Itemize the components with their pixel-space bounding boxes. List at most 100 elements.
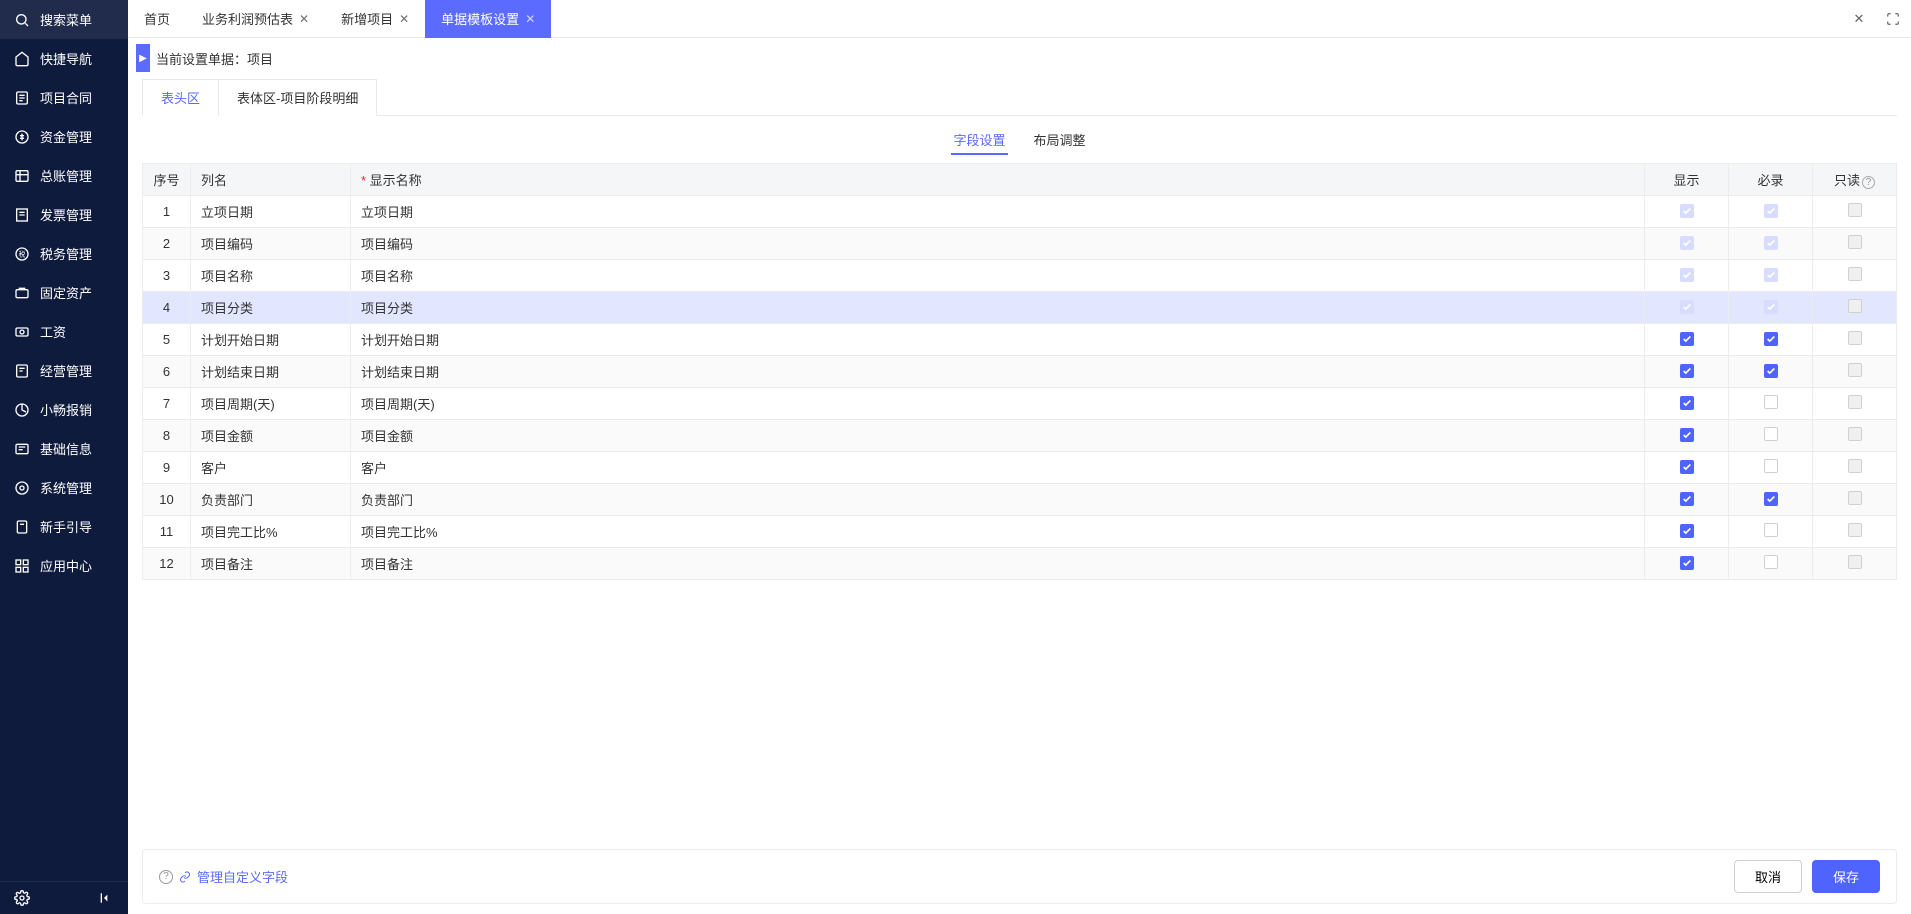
- sidebar-item-label: 总账管理: [40, 166, 92, 185]
- section-tab[interactable]: 表体区-项目阶段明细: [218, 79, 377, 116]
- checkbox[interactable]: [1680, 524, 1694, 538]
- gear-icon[interactable]: [14, 890, 30, 906]
- tab-单据模板设置[interactable]: 单据模板设置✕: [425, 0, 551, 38]
- checkbox[interactable]: [1764, 427, 1778, 441]
- close-icon[interactable]: ✕: [399, 12, 409, 26]
- checkbox: [1848, 331, 1862, 345]
- cell-disp[interactable]: 项目编码: [351, 228, 1645, 260]
- checkbox[interactable]: [1680, 428, 1694, 442]
- checkbox[interactable]: [1680, 460, 1694, 474]
- sidebar-item-search[interactable]: 搜索菜单: [0, 0, 128, 39]
- cell-col: 计划开始日期: [191, 324, 351, 356]
- sidebar-item-label: 工资: [40, 322, 66, 341]
- close-icon[interactable]: ✕: [299, 12, 309, 26]
- cell-disp[interactable]: 项目备注: [351, 548, 1645, 580]
- checkbox[interactable]: [1764, 523, 1778, 537]
- table-row[interactable]: 12项目备注项目备注: [143, 548, 1897, 580]
- sidebar-item-fund[interactable]: 资金管理: [0, 117, 128, 156]
- table-row[interactable]: 8项目金额项目金额: [143, 420, 1897, 452]
- sidebar-item-label: 资金管理: [40, 127, 92, 146]
- checkbox[interactable]: [1680, 556, 1694, 570]
- table-row[interactable]: 7项目周期(天)项目周期(天): [143, 388, 1897, 420]
- breadcrumb: ▶ 当前设置单据：项目: [128, 38, 1911, 78]
- cell-disp[interactable]: 立项日期: [351, 196, 1645, 228]
- cell-disp[interactable]: 负责部门: [351, 484, 1645, 516]
- table-row[interactable]: 3项目名称项目名称: [143, 260, 1897, 292]
- checkbox: [1848, 523, 1862, 537]
- cell-disp[interactable]: 项目分类: [351, 292, 1645, 324]
- cell-disp[interactable]: 项目完工比%: [351, 516, 1645, 548]
- cell-col: 客户: [191, 452, 351, 484]
- collapse-icon[interactable]: [98, 890, 114, 906]
- sidebar-item-tax[interactable]: 税税务管理: [0, 234, 128, 273]
- cell-col: 项目备注: [191, 548, 351, 580]
- table-row[interactable]: 9客户客户: [143, 452, 1897, 484]
- sidebar-item-home[interactable]: 快捷导航: [0, 39, 128, 78]
- sub-tab[interactable]: 布局调整: [1032, 126, 1088, 155]
- tab-业务利润预估表[interactable]: 业务利润预估表✕: [186, 0, 325, 38]
- sidebar-item-report[interactable]: 小畅报销: [0, 390, 128, 429]
- cell-disp[interactable]: 项目周期(天): [351, 388, 1645, 420]
- sidebar-item-manage[interactable]: 经营管理: [0, 351, 128, 390]
- checkbox[interactable]: [1764, 555, 1778, 569]
- checkbox[interactable]: [1680, 364, 1694, 378]
- table-row[interactable]: 4项目分类项目分类: [143, 292, 1897, 324]
- checkbox[interactable]: [1764, 332, 1778, 346]
- checkbox[interactable]: [1764, 492, 1778, 506]
- cell-seq: 9: [143, 452, 191, 484]
- cancel-button[interactable]: 取消: [1734, 860, 1802, 893]
- checkbox[interactable]: [1680, 396, 1694, 410]
- salary-icon: [14, 324, 30, 340]
- checkbox: [1848, 459, 1862, 473]
- sidebar-item-salary[interactable]: 工资: [0, 312, 128, 351]
- cell-seq: 1: [143, 196, 191, 228]
- sidebar-item-app[interactable]: 应用中心: [0, 546, 128, 585]
- cell-disp[interactable]: 客户: [351, 452, 1645, 484]
- close-icon[interactable]: ✕: [525, 12, 535, 26]
- sidebar-item-ledger[interactable]: 总账管理: [0, 156, 128, 195]
- field-table: 序号 列名 显示名称 显示 必录 只读? 1立项日期立项日期2项目编码项目编码3…: [142, 163, 1897, 580]
- close-all-icon[interactable]: ✕: [1847, 7, 1871, 31]
- checkbox[interactable]: [1680, 492, 1694, 506]
- checkbox[interactable]: [1764, 459, 1778, 473]
- cell-disp[interactable]: 项目名称: [351, 260, 1645, 292]
- section-tab[interactable]: 表头区: [142, 79, 219, 116]
- breadcrumb-label: 当前设置单据：: [156, 52, 247, 67]
- checkbox[interactable]: [1764, 364, 1778, 378]
- tab-新增项目[interactable]: 新增项目✕: [325, 0, 425, 38]
- help-icon[interactable]: ?: [159, 870, 173, 884]
- sidebar-item-label: 经营管理: [40, 361, 92, 380]
- fullscreen-icon[interactable]: [1881, 7, 1905, 31]
- table-row[interactable]: 6计划结束日期计划结束日期: [143, 356, 1897, 388]
- sub-tab[interactable]: 字段设置: [951, 126, 1007, 155]
- cell-disp[interactable]: 计划开始日期: [351, 324, 1645, 356]
- custom-field-link[interactable]: 管理自定义字段: [197, 867, 288, 886]
- tab-首页[interactable]: 首页: [128, 0, 186, 38]
- sidebar-item-invoice[interactable]: 发票管理: [0, 195, 128, 234]
- table-row[interactable]: 5计划开始日期计划开始日期: [143, 324, 1897, 356]
- table-row[interactable]: 11项目完工比%项目完工比%: [143, 516, 1897, 548]
- cell-col: 项目编码: [191, 228, 351, 260]
- checkbox: [1680, 236, 1694, 250]
- checkbox[interactable]: [1680, 332, 1694, 346]
- cell-seq: 7: [143, 388, 191, 420]
- table-row[interactable]: 1立项日期立项日期: [143, 196, 1897, 228]
- cell-disp[interactable]: 项目金额: [351, 420, 1645, 452]
- tax-icon: 税: [14, 246, 30, 262]
- checkbox[interactable]: [1764, 395, 1778, 409]
- sidebar-item-guide[interactable]: 新手引导: [0, 507, 128, 546]
- cell-disp[interactable]: 计划结束日期: [351, 356, 1645, 388]
- cell-col: 计划结束日期: [191, 356, 351, 388]
- sidebar-item-system[interactable]: 系统管理: [0, 468, 128, 507]
- table-row[interactable]: 10负责部门负责部门: [143, 484, 1897, 516]
- sidebar-item-contract[interactable]: 项目合同: [0, 78, 128, 117]
- chevron-right-icon[interactable]: ▶: [136, 44, 150, 72]
- sidebar-item-label: 项目合同: [40, 88, 92, 107]
- checkbox: [1764, 236, 1778, 250]
- sidebar-item-info[interactable]: 基础信息: [0, 429, 128, 468]
- sidebar-item-asset[interactable]: 固定资产: [0, 273, 128, 312]
- help-icon[interactable]: ?: [1862, 176, 1875, 189]
- table-row[interactable]: 2项目编码项目编码: [143, 228, 1897, 260]
- save-button[interactable]: 保存: [1812, 860, 1880, 893]
- svg-text:税: 税: [19, 249, 26, 258]
